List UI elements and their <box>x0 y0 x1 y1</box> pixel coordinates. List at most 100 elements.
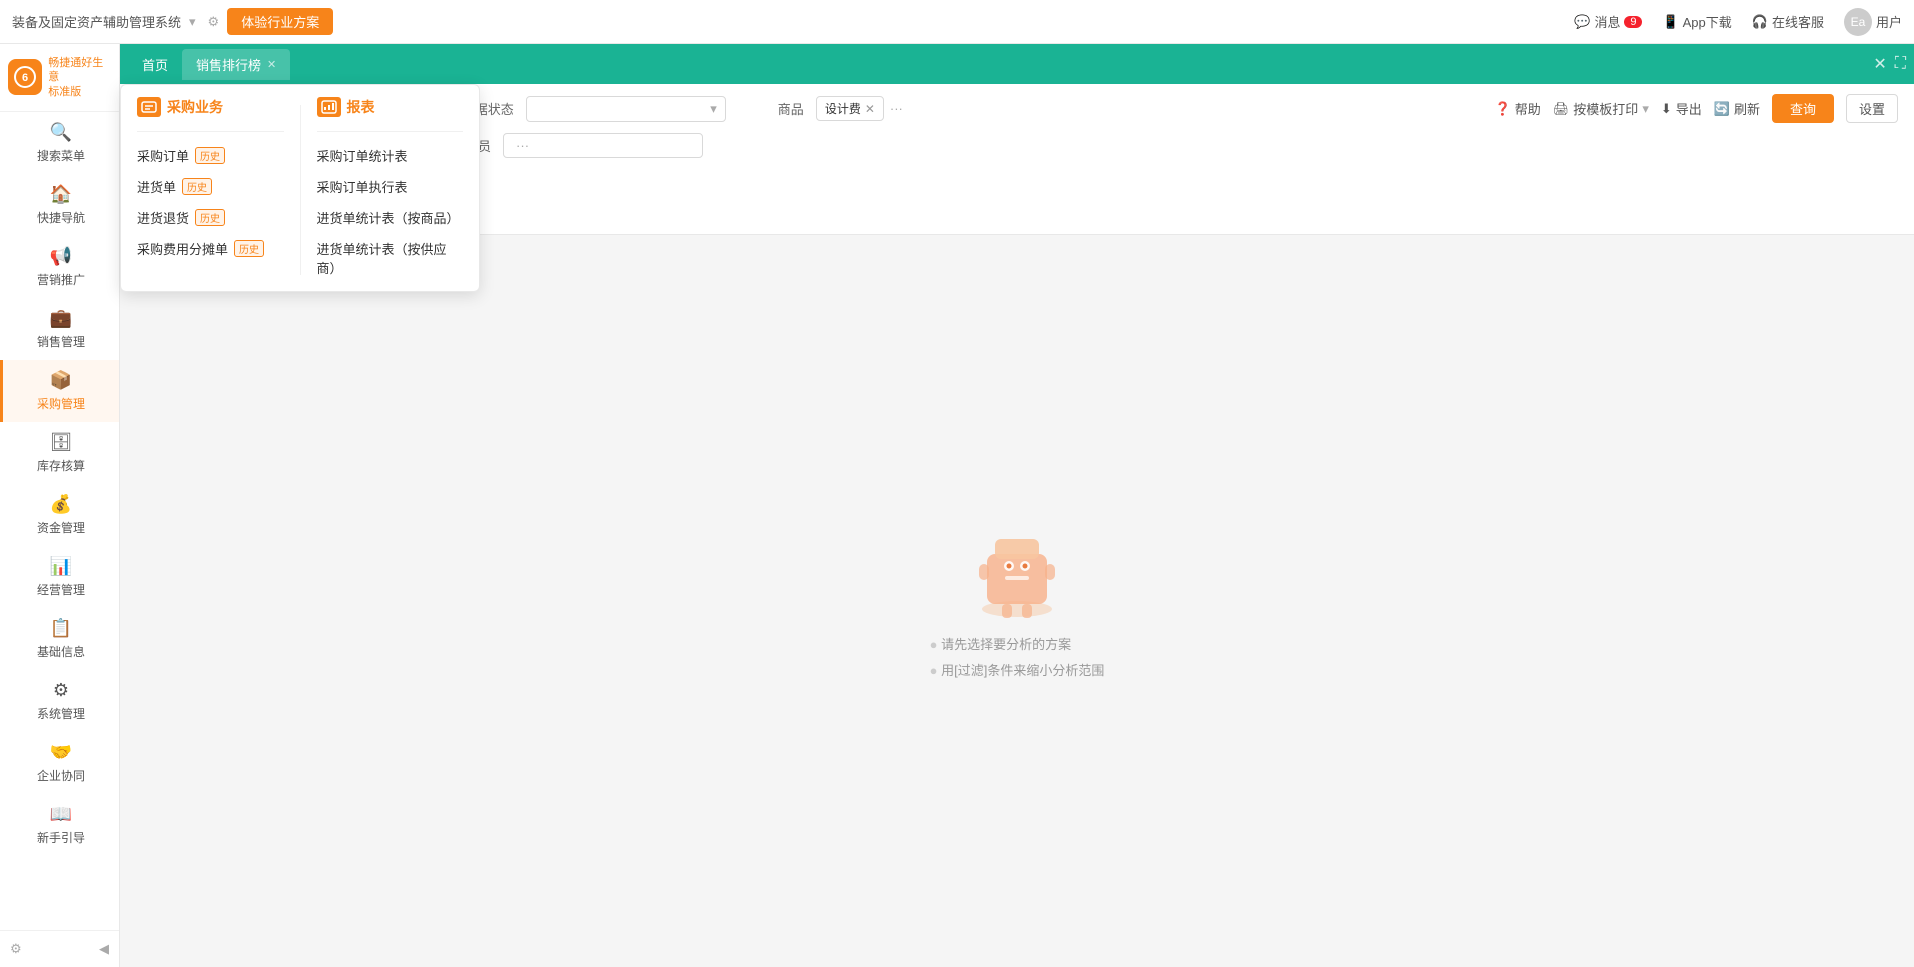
dropdown-item-order-stat[interactable]: 采购订单统计表 <box>317 140 464 171</box>
tab-sales-ranking[interactable]: 销售排行榜 ✕ <box>182 49 290 80</box>
app-download-btn[interactable]: 📱 App下载 <box>1662 12 1731 31</box>
system-title: 装备及固定资产辅助管理系统 <box>12 12 181 31</box>
tab-expand-btn[interactable]: ⛶ <box>1895 55 1906 73</box>
sidebar-item-label: 新手引导 <box>37 829 85 846</box>
sidebar-item-guide[interactable]: 📖 新手引导 <box>0 794 119 856</box>
gear-icon[interactable]: ⚙ <box>208 14 220 30</box>
sidebar-item-label: 库存核算 <box>37 457 85 474</box>
sidebar-item-nav[interactable]: 🏠 快捷导航 <box>0 174 119 236</box>
sidebar-item-purchase[interactable]: 📦 采购管理 <box>0 360 119 422</box>
history-badge-1: 历史 <box>195 147 225 164</box>
sidebar-item-system[interactable]: ⚙ 系统管理 <box>0 670 119 732</box>
sidebar-item-label: 搜索菜单 <box>37 147 85 164</box>
industry-btn[interactable]: 体验行业方案 <box>227 8 333 35</box>
sidebar: 6 畅捷通好生意 标准版 🔍 搜索菜单 🏠 快捷导航 📢 营销推广 💼 销售管理… <box>0 44 120 967</box>
print-chevron-icon: ▾ <box>1642 101 1649 117</box>
sidebar-item-marketing[interactable]: 📢 营销推广 <box>0 236 119 298</box>
sidebar-item-base[interactable]: 📋 基础信息 <box>0 608 119 670</box>
item-label: 采购订单 <box>137 146 189 165</box>
headset-icon: 🎧 <box>1752 14 1768 30</box>
finance-icon: 💰 <box>50 494 72 515</box>
sidebar-item-enterprise[interactable]: 🤝 企业协同 <box>0 732 119 794</box>
guide-icon: 📖 <box>50 804 72 825</box>
item-label: 进货单统计表（按供应商） <box>317 239 464 277</box>
voucher-status-select[interactable]: ▾ <box>526 96 726 122</box>
dropdown-item-inbound-by-supplier[interactable]: 进货单统计表（按供应商） <box>317 233 464 283</box>
salesperson-select[interactable]: ··· <box>503 133 703 158</box>
goods-label: 商品 <box>778 99 804 118</box>
sidebar-item-label: 营销推广 <box>37 271 85 288</box>
purchase-dropdown: 采购业务 采购订单 历史 进货单 历史 进货退货 历史 采购费用分摊单 历史 <box>120 84 480 292</box>
divider-1 <box>137 131 284 132</box>
sidebar-item-label: 快捷导航 <box>37 209 85 226</box>
tab-sales-ranking-label: 销售排行榜 <box>196 55 261 74</box>
sidebar-item-search[interactable]: 🔍 搜索菜单 <box>0 112 119 174</box>
app-download-label: App下载 <box>1683 12 1732 31</box>
sidebar-footer: ⚙ ◀ <box>0 930 119 967</box>
goods-tag-close-icon[interactable]: ✕ <box>865 102 875 116</box>
logo-icon: 6 <box>8 59 42 95</box>
sidebar-item-label: 基础信息 <box>37 643 85 660</box>
item-label: 采购订单统计表 <box>317 146 408 165</box>
dropdown-col-purchase: 采购业务 采购订单 历史 进货单 历史 进货退货 历史 采购费用分摊单 历史 <box>121 97 300 283</box>
sidebar-item-label: 经营管理 <box>37 581 85 598</box>
inventory-icon: 🗄 <box>50 432 73 453</box>
base-icon: 📋 <box>50 618 72 639</box>
tab-home[interactable]: 首页 <box>128 49 182 80</box>
dropdown-item-order-exec[interactable]: 采购订单执行表 <box>317 171 464 202</box>
online-service-label: 在线客服 <box>1772 12 1824 31</box>
dropdown-col-report: 报表 采购订单统计表 采购订单执行表 进货单统计表（按商品） 进货单统计表（按供… <box>301 97 480 283</box>
refresh-btn[interactable]: 🔄 刷新 <box>1714 99 1760 118</box>
history-badge-2: 历史 <box>182 178 212 195</box>
logo-text: 畅捷通好生意 标准版 <box>48 56 111 99</box>
history-badge-4: 历史 <box>234 240 264 257</box>
purchase-col-icon <box>137 97 161 117</box>
tab-close-btn[interactable]: ✕ <box>1873 54 1886 74</box>
empty-text: 请先选择要分析的方案 用[过滤]条件来缩小分析范围 <box>930 632 1105 684</box>
top-bar-right: 💬 消息 9 📱 App下载 🎧 在线客服 Ea 用户 <box>1574 8 1902 36</box>
top-bar: 装备及固定资产辅助管理系统 ▾ ⚙ 体验行业方案 💬 消息 9 📱 App下载 … <box>0 0 1914 44</box>
user-btn[interactable]: Ea 用户 <box>1844 8 1902 36</box>
help-icon: ❓ <box>1495 101 1511 117</box>
sidebar-item-operations[interactable]: 📊 经营管理 <box>0 546 119 608</box>
goods-filter: 设计费 ✕ ··· <box>816 96 903 121</box>
sidebar-item-sales[interactable]: 💼 销售管理 <box>0 298 119 360</box>
setting-btn[interactable]: 设置 <box>1846 94 1898 123</box>
sidebar-logo: 6 畅捷通好生意 标准版 <box>0 44 119 112</box>
print-btn[interactable]: 🖨 按模板打印 ▾ <box>1553 99 1649 118</box>
salesperson-dots: ··· <box>516 138 529 153</box>
message-icon: 💬 <box>1574 14 1590 30</box>
goods-more-icon[interactable]: ··· <box>890 101 903 116</box>
help-btn[interactable]: ❓ 帮助 <box>1495 99 1541 118</box>
message-btn[interactable]: 💬 消息 9 <box>1574 12 1642 31</box>
online-service-btn[interactable]: 🎧 在线客服 <box>1752 12 1824 31</box>
dropdown-item-inbound-by-goods[interactable]: 进货单统计表（按商品） <box>317 202 464 233</box>
purchase-icon: 📦 <box>50 370 72 391</box>
top-bar-left: 装备及固定资产辅助管理系统 ▾ ⚙ 体验行业方案 <box>12 8 333 35</box>
sidebar-item-finance[interactable]: 💰 资金管理 <box>0 484 119 546</box>
message-badge: 9 <box>1624 16 1642 28</box>
tab-close-icon[interactable]: ✕ <box>267 58 276 71</box>
search-icon: 🔍 <box>50 122 72 143</box>
sidebar-items: 🔍 搜索菜单 🏠 快捷导航 📢 营销推广 💼 销售管理 📦 采购管理 🗄 库存核… <box>0 112 119 930</box>
dropdown-item-purchase-order[interactable]: 采购订单 历史 <box>137 140 284 171</box>
sidebar-item-label: 销售管理 <box>37 333 85 350</box>
sidebar-item-inventory[interactable]: 🗄 库存核算 <box>0 422 119 484</box>
dropdown-item-inbound[interactable]: 进货单 历史 <box>137 171 284 202</box>
sidebar-item-label: 采购管理 <box>37 395 85 412</box>
phone-icon: 📱 <box>1662 14 1678 30</box>
chevron-down-icon: ▾ <box>710 101 717 117</box>
dropdown-item-cost-allocation[interactable]: 采购费用分摊单 历史 <box>137 233 284 264</box>
sidebar-collapse-icon[interactable]: ◀ <box>99 941 109 957</box>
sidebar-item-label: 资金管理 <box>37 519 85 536</box>
export-btn[interactable]: ⬇ 导出 <box>1661 99 1702 118</box>
tab-bar-right: ✕ ⛶ <box>1873 54 1906 74</box>
dropdown-item-return[interactable]: 进货退货 历史 <box>137 202 284 233</box>
query-btn[interactable]: 查询 <box>1772 94 1834 123</box>
tab-home-label: 首页 <box>142 55 168 74</box>
content-area: 请先选择要分析的方案 用[过滤]条件来缩小分析范围 <box>120 235 1914 967</box>
chevron-down-icon[interactable]: ▾ <box>189 14 196 30</box>
goods-tag[interactable]: 设计费 ✕ <box>816 96 884 121</box>
dropdown-cols: 采购业务 采购订单 历史 进货单 历史 进货退货 历史 采购费用分摊单 历史 <box>121 97 479 283</box>
sidebar-settings-icon[interactable]: ⚙ <box>10 941 22 957</box>
